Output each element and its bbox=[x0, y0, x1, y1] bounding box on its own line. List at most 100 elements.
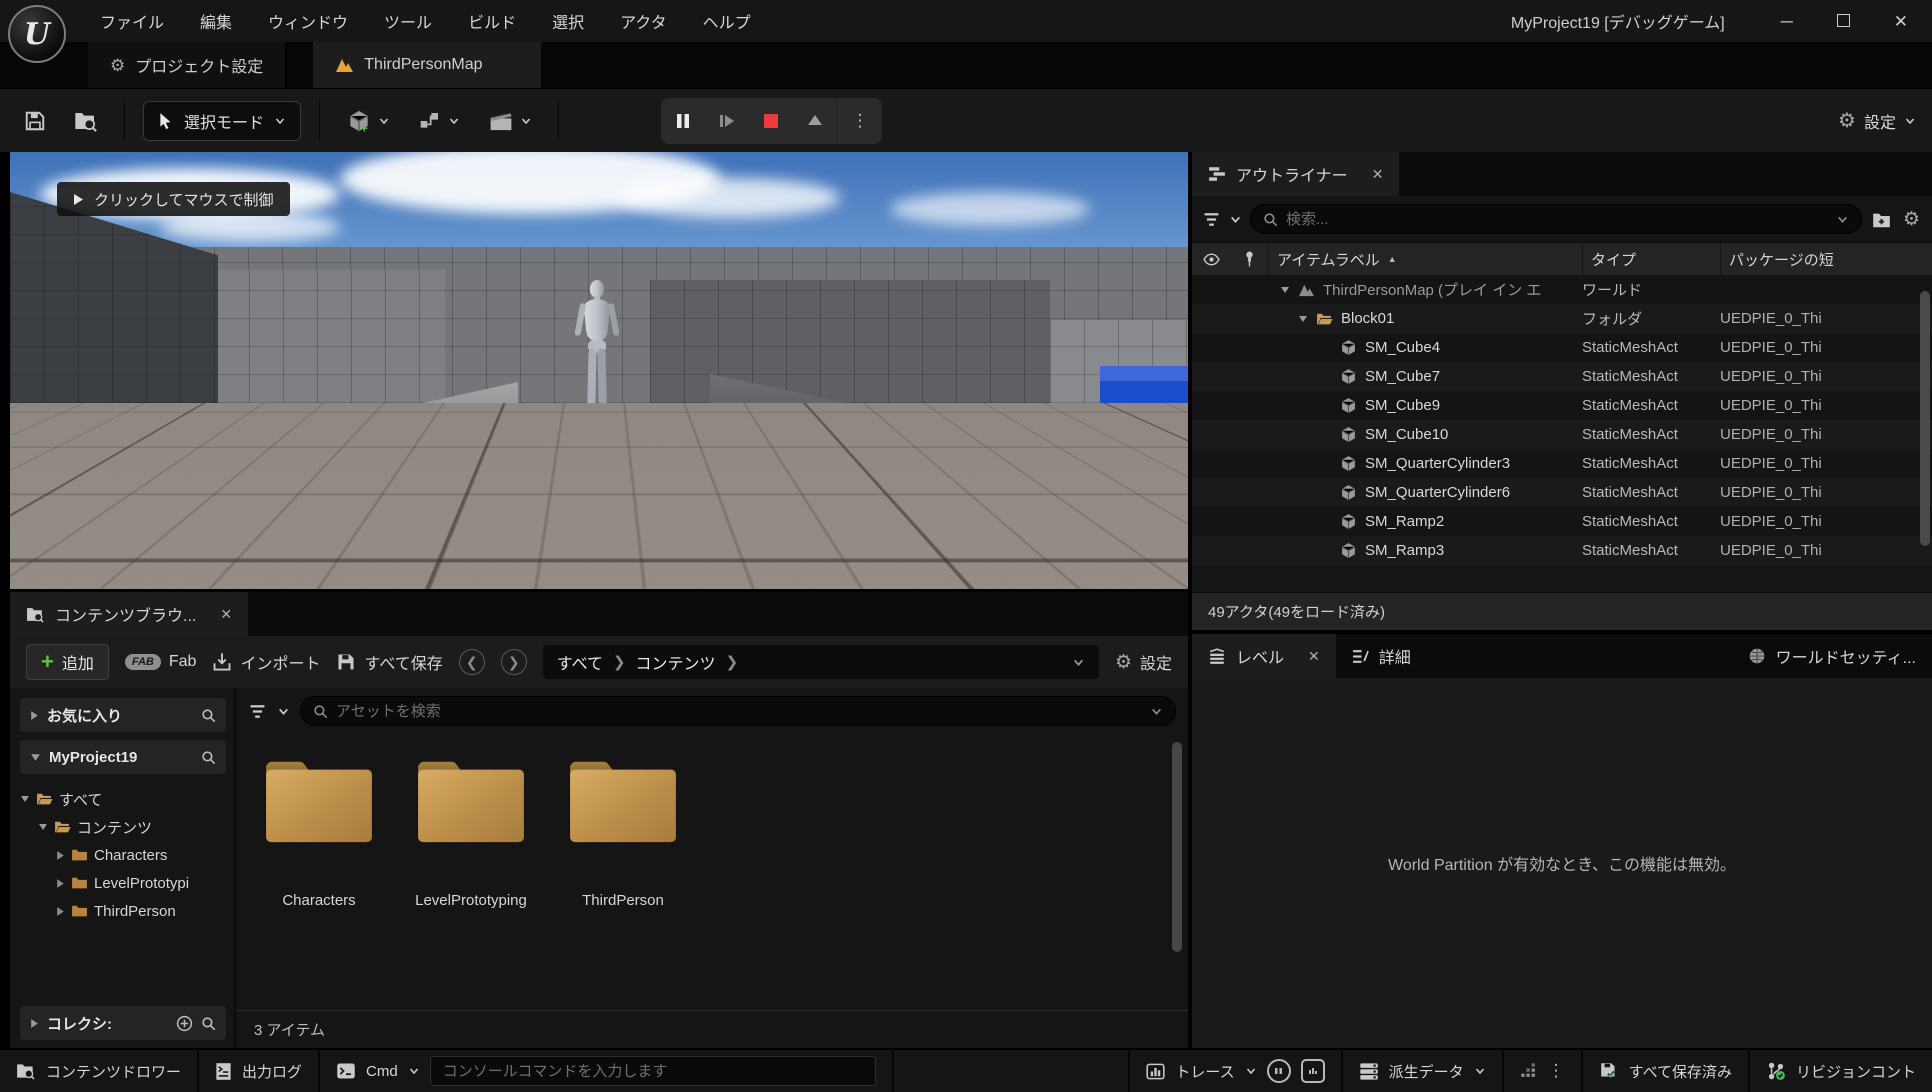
breadcrumb[interactable]: すべて ❯ コンテンツ ❯ bbox=[542, 645, 1099, 679]
favorites-header[interactable]: お気に入り bbox=[20, 698, 226, 732]
menu-help[interactable]: ヘルプ bbox=[703, 9, 751, 33]
tab-levels[interactable]: レベル ✕ bbox=[1192, 634, 1336, 678]
tab-outliner[interactable]: アウトライナー ✕ bbox=[1192, 152, 1400, 196]
toolbar-settings-button[interactable]: ⚙ 設定 bbox=[1838, 109, 1916, 133]
table-row[interactable]: SM_QuarterCylinder6 StaticMeshAct UEDPIE… bbox=[1192, 478, 1932, 507]
add-collection-icon[interactable] bbox=[176, 1015, 193, 1032]
unreal-engine-logo[interactable]: U bbox=[8, 5, 66, 63]
kebab-icon[interactable]: ⋮ bbox=[1548, 1061, 1565, 1081]
asset-search-input[interactable] bbox=[336, 702, 1142, 720]
outliner-settings-button[interactable]: ⚙ bbox=[1901, 208, 1922, 231]
game-viewport[interactable]: クリックしてマウスで制御 bbox=[10, 152, 1188, 589]
asset-search-box[interactable] bbox=[300, 696, 1176, 726]
collections-header[interactable]: コレクシ: bbox=[20, 1006, 226, 1040]
forward-button[interactable]: ❯ bbox=[500, 649, 527, 675]
tree-item-all[interactable]: すべて bbox=[20, 786, 226, 812]
table-row[interactable]: SM_Ramp2 StaticMeshAct UEDPIE_0_Thi bbox=[1192, 507, 1932, 536]
search-icon[interactable] bbox=[201, 708, 216, 723]
chevron-down-icon[interactable] bbox=[1229, 213, 1242, 226]
search-icon[interactable] bbox=[201, 750, 216, 765]
filter-icon[interactable] bbox=[248, 704, 267, 719]
package-column-header[interactable]: パッケージの短 bbox=[1720, 243, 1932, 275]
filter-icon[interactable] bbox=[1202, 212, 1221, 227]
output-log-button[interactable]: 出力ログ bbox=[199, 1050, 321, 1092]
editor-mode-select[interactable]: 選択モード bbox=[143, 100, 302, 141]
fab-button[interactable]: FAB Fab bbox=[124, 653, 196, 671]
project-header[interactable]: MyProject19 bbox=[20, 740, 226, 774]
breadcrumb-content[interactable]: コンテンツ bbox=[636, 650, 716, 674]
breadcrumb-root[interactable]: すべて bbox=[557, 650, 603, 674]
back-button[interactable]: ❮ bbox=[458, 649, 485, 675]
chevron-down-icon[interactable] bbox=[408, 1065, 420, 1077]
menu-tools[interactable]: ツール bbox=[384, 9, 432, 33]
menu-edit[interactable]: 編集 bbox=[200, 9, 232, 33]
save-button[interactable] bbox=[16, 104, 54, 138]
derived-data-button[interactable]: 派生データ bbox=[1343, 1050, 1504, 1092]
add-button[interactable]: + 追加 bbox=[26, 644, 109, 680]
caret-down-icon[interactable] bbox=[1280, 286, 1290, 294]
trace-button[interactable]: トレース bbox=[1130, 1050, 1343, 1092]
add-actor-button[interactable]: + bbox=[338, 102, 398, 140]
chevron-down-icon[interactable] bbox=[277, 705, 290, 718]
blueprints-button[interactable] bbox=[410, 103, 468, 139]
table-row[interactable]: SM_Cube7 StaticMeshAct UEDPIE_0_Thi bbox=[1192, 362, 1932, 391]
tree-item-content[interactable]: コンテンツ bbox=[20, 814, 226, 840]
item-label-column-header[interactable]: アイテムラベル ▲ bbox=[1268, 243, 1582, 275]
console-command-box[interactable] bbox=[429, 1056, 876, 1086]
save-status[interactable]: すべて保存済み bbox=[1583, 1050, 1750, 1092]
asset-folder-characters[interactable]: Characters bbox=[258, 750, 380, 909]
cmd-selector[interactable]: Cmd bbox=[366, 1063, 398, 1080]
table-row[interactable]: ThirdPersonMap (プレイ イン エ ワールド bbox=[1192, 275, 1932, 304]
tab-project-settings[interactable]: ⚙ プロジェクト設定 bbox=[88, 42, 288, 88]
menu-build[interactable]: ビルド bbox=[468, 9, 516, 33]
table-row[interactable]: SM_QuarterCylinder3 StaticMeshAct UEDPIE… bbox=[1192, 449, 1932, 478]
minimize-button[interactable]: ─ bbox=[1781, 13, 1793, 30]
close-icon[interactable]: ✕ bbox=[220, 606, 232, 623]
console-command-input[interactable] bbox=[442, 1062, 863, 1080]
menu-window[interactable]: ウィンドウ bbox=[268, 9, 348, 33]
tree-item-levelprototyping[interactable]: LevelPrototypi bbox=[20, 870, 226, 896]
asset-folder-thirdperson[interactable]: ThirdPerson bbox=[562, 750, 684, 909]
frame-skip-button[interactable] bbox=[705, 98, 749, 144]
tree-item-thirdperson[interactable]: ThirdPerson bbox=[20, 898, 226, 924]
close-icon[interactable]: ✕ bbox=[1372, 166, 1384, 183]
tree-item-characters[interactable]: Characters bbox=[20, 842, 226, 868]
eject-button[interactable] bbox=[793, 98, 837, 144]
browse-content-button[interactable] bbox=[66, 104, 106, 138]
asset-scrollbar[interactable] bbox=[1172, 742, 1182, 952]
content-browser-settings-button[interactable]: ⚙ 設定 bbox=[1115, 650, 1172, 674]
menu-file[interactable]: ファイル bbox=[100, 9, 164, 33]
tab-content-browser[interactable]: コンテンツブラウ... ✕ bbox=[10, 592, 249, 636]
maximize-button[interactable] bbox=[1836, 13, 1850, 30]
table-row[interactable]: SM_Ramp3 StaticMeshAct UEDPIE_0_Thi bbox=[1192, 536, 1932, 565]
pin-column-header[interactable] bbox=[1230, 243, 1268, 275]
import-button[interactable]: インポート bbox=[212, 650, 320, 674]
cinematics-button[interactable] bbox=[480, 103, 540, 139]
tab-world-settings[interactable]: ワールドセッティ... bbox=[1732, 634, 1932, 678]
table-row[interactable]: SM_Cube9 StaticMeshAct UEDPIE_0_Thi bbox=[1192, 391, 1932, 420]
tab-details[interactable]: 詳細 bbox=[1336, 634, 1427, 678]
caret-down-icon[interactable] bbox=[1298, 315, 1308, 323]
close-button[interactable]: ✕ bbox=[1894, 13, 1908, 30]
close-icon[interactable]: ✕ bbox=[1308, 648, 1320, 665]
stop-button[interactable] bbox=[749, 98, 793, 144]
table-row[interactable]: Block01 フォルダ UEDPIE_0_Thi bbox=[1192, 304, 1932, 333]
menu-select[interactable]: 選択 bbox=[552, 9, 584, 33]
content-drawer-button[interactable]: コンテンツドロワー bbox=[0, 1050, 200, 1092]
menu-actor[interactable]: アクタ bbox=[620, 9, 667, 33]
save-all-button[interactable]: すべて保存 bbox=[336, 650, 443, 674]
outliner-scrollbar[interactable] bbox=[1920, 291, 1930, 546]
trace-snapshot-icon[interactable] bbox=[1300, 1059, 1325, 1083]
pause-button[interactable] bbox=[661, 98, 705, 144]
outliner-search-input[interactable] bbox=[1286, 210, 1828, 228]
outliner-search-box[interactable] bbox=[1250, 204, 1862, 234]
visibility-column-header[interactable] bbox=[1192, 243, 1230, 275]
table-row[interactable]: SM_Cube4 StaticMeshAct UEDPIE_0_Thi bbox=[1192, 333, 1932, 362]
table-row[interactable]: SM_Cube10 StaticMeshAct UEDPIE_0_Thi bbox=[1192, 420, 1932, 449]
new-folder-button[interactable] bbox=[1870, 209, 1893, 230]
grid-status-icon[interactable] bbox=[1520, 1062, 1538, 1080]
tab-thirdpersonmap[interactable]: ThirdPersonMap bbox=[313, 42, 542, 88]
play-options-button[interactable]: ⋮ bbox=[838, 98, 882, 144]
asset-folder-levelprototyping[interactable]: LevelPrototyping bbox=[410, 750, 532, 909]
trace-record-icon[interactable] bbox=[1266, 1059, 1291, 1083]
